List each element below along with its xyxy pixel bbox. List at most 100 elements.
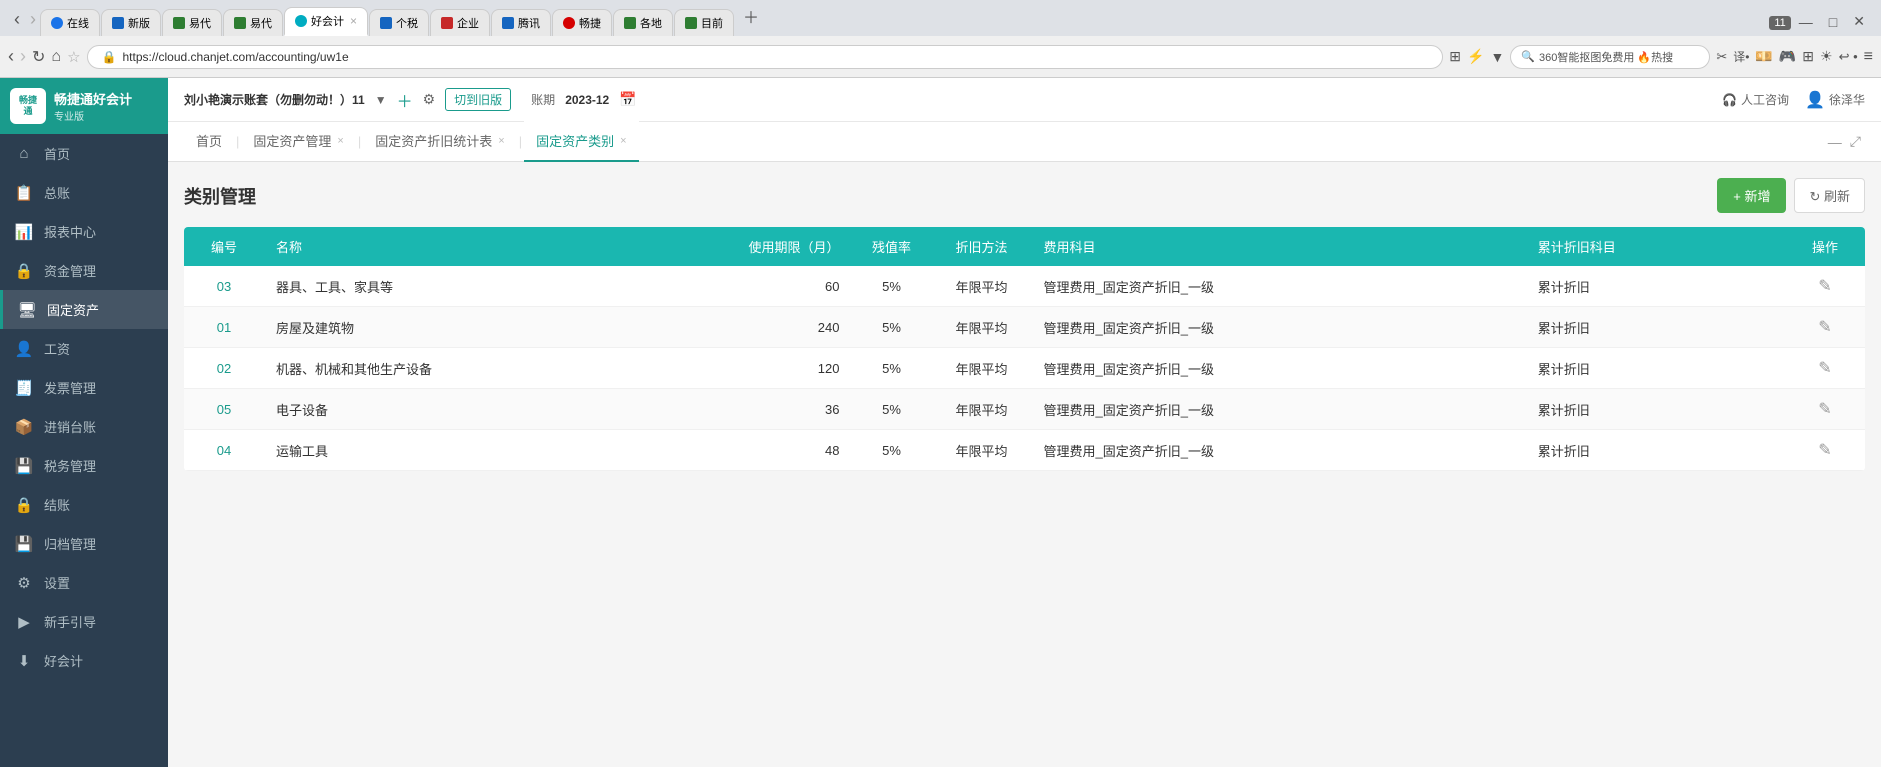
table-cell: 管理费用_固定资产折旧_一级 — [1032, 389, 1526, 430]
close-btn[interactable]: ✕ — [1845, 11, 1873, 32]
tab-fixed-mgmt-close[interactable]: × — [337, 135, 343, 147]
search-box[interactable]: 🔍 360智能抠图免费用 🔥热搜 — [1510, 45, 1710, 69]
sidebar-item-tax[interactable]: 💾 税务管理 — [0, 446, 168, 485]
closing-icon: 🔒 — [14, 496, 34, 514]
app-layout: 畅捷通 畅捷通好会计 专业版 ⌂ 首页 📋 总账 📊 报表中心 — [0, 78, 1881, 767]
refresh-btn[interactable]: ↻ 刷新 — [1794, 178, 1865, 213]
extensions-btn[interactable]: ⚡ — [1467, 48, 1484, 65]
address-input-container[interactable]: 🔒 https://cloud.chanjet.com/accounting/u… — [87, 45, 1444, 69]
dropdown-arrow[interactable]: ▼ — [375, 93, 387, 107]
browser-tab-3[interactable]: 易代 — [162, 9, 222, 36]
browser-tab-7[interactable]: 企业 — [430, 9, 490, 36]
content-area: 类别管理 + 新增 ↻ 刷新 编号 名称 使用期限（月） 残值率 折旧方法 费用… — [168, 162, 1881, 767]
site-settings-btn[interactable]: ⊞ — [1449, 48, 1461, 65]
service-btn[interactable]: 🎧 人工咨询 — [1722, 91, 1789, 108]
search-text: 360智能抠图免费用 🔥热搜 — [1539, 49, 1673, 65]
table-cell: 管理费用_固定资产折旧_一级 — [1032, 266, 1526, 307]
calendar-icon[interactable]: 📅 — [619, 91, 636, 108]
table-cell[interactable]: 01 — [184, 307, 264, 348]
sidebar-item-ledger[interactable]: 📋 总账 — [0, 173, 168, 212]
dropdown-btn[interactable]: ▼ — [1490, 49, 1504, 65]
browser-tab-8[interactable]: 腾讯 — [491, 9, 551, 36]
table-cell[interactable]: 05 — [184, 389, 264, 430]
browser-tab-2[interactable]: 新版 — [101, 9, 161, 36]
browser-tab-9[interactable]: 畅捷 — [552, 9, 612, 36]
sidebar-item-archive[interactable]: 💾 归档管理 — [0, 524, 168, 563]
logo-icon: 畅捷通 — [10, 88, 46, 124]
sidebar-item-salary[interactable]: 👤 工资 — [0, 329, 168, 368]
action-cell[interactable]: ✎ — [1785, 348, 1865, 389]
table-cell[interactable]: 04 — [184, 430, 264, 471]
browser-tab-1[interactable]: 在线 — [40, 9, 100, 36]
sidebar-item-closing[interactable]: 🔒 结账 — [0, 485, 168, 524]
action-cell[interactable]: ✎ — [1785, 307, 1865, 348]
sun-btn[interactable]: ☀ — [1820, 48, 1833, 65]
browser-tab-5-active[interactable]: 好会计 × — [284, 7, 368, 36]
home-icon: ⌂ — [14, 145, 34, 162]
browser-tab-10[interactable]: 各地 — [613, 9, 673, 36]
sidebar-item-guide[interactable]: ▶ 新手引导 — [0, 602, 168, 641]
translate-btn[interactable]: 译• — [1733, 48, 1749, 65]
tax-icon: 💾 — [14, 457, 34, 475]
browser-tab-6[interactable]: 个税 — [369, 9, 429, 36]
tab-label: 新版 — [128, 15, 150, 31]
reload-btn[interactable]: ↻ — [32, 47, 45, 67]
action-cell[interactable]: ✎ — [1785, 430, 1865, 471]
nav-back[interactable]: ‹ — [8, 9, 26, 36]
back-btn[interactable]: ‹ — [8, 46, 14, 67]
user-avatar[interactable]: 👤 徐泽华 — [1805, 90, 1865, 110]
sidebar-item-label: 报表中心 — [44, 222, 96, 241]
maximize-btn[interactable]: □ — [1821, 12, 1845, 32]
action-cell[interactable]: ✎ — [1785, 266, 1865, 307]
sidebar-item-reports[interactable]: 📊 报表中心 — [0, 212, 168, 251]
action-buttons: + 新增 ↻ 刷新 — [1717, 178, 1865, 213]
sidebar-item-invoice[interactable]: 🧾 发票管理 — [0, 368, 168, 407]
table-row: 03器具、工具、家具等605%年限平均管理费用_固定资产折旧_一级累计折旧✎ — [184, 266, 1865, 307]
game-btn[interactable]: 🎮 — [1779, 48, 1796, 65]
new-tab-btn[interactable]: ＋ — [735, 0, 767, 32]
tab-depreciation-close[interactable]: × — [498, 135, 504, 147]
add-btn[interactable]: + 新增 — [1717, 178, 1786, 213]
tab-home[interactable]: 首页 — [184, 121, 234, 162]
table-cell: 累计折旧 — [1526, 430, 1785, 471]
nav-forward[interactable]: › — [26, 9, 40, 36]
bookmark-btn[interactable]: ☆ — [67, 48, 80, 66]
service-label: 人工咨询 — [1741, 91, 1789, 108]
tab-fixed-category-close[interactable]: × — [620, 135, 626, 147]
tab-nav-minimize[interactable]: — — [1824, 130, 1846, 154]
reports-icon: 📊 — [14, 223, 34, 241]
sidebar-item-more[interactable]: ⬇ 好会计 — [0, 641, 168, 680]
table-cell: 5% — [852, 348, 932, 389]
forward-btn[interactable]: › — [20, 46, 26, 67]
sidebar-item-purchase[interactable]: 📦 进销台账 — [0, 407, 168, 446]
browser-tab-4[interactable]: 易代 — [223, 9, 283, 36]
tab-fixed-mgmt-label: 固定资产管理 — [253, 131, 331, 150]
menu-btn[interactable]: ≡ — [1864, 48, 1873, 66]
tab-fixed-category[interactable]: 固定资产类别 × — [524, 121, 638, 162]
new-account-btn[interactable]: ＋ — [397, 88, 413, 112]
browser-tab-11[interactable]: 目前 — [674, 9, 734, 36]
sidebar-item-home[interactable]: ⌂ 首页 — [0, 134, 168, 173]
grid-btn[interactable]: ⊞ — [1802, 48, 1814, 65]
minimize-btn[interactable]: — — [1791, 12, 1821, 32]
undo-btn[interactable]: ↩ • — [1839, 49, 1858, 65]
tab-nav-expand[interactable]: ⤢ — [1846, 129, 1865, 154]
sidebar-item-funds[interactable]: 🔒 资金管理 — [0, 251, 168, 290]
table-cell[interactable]: 02 — [184, 348, 264, 389]
switch-version-btn[interactable]: 切到旧版 — [445, 88, 511, 111]
home-btn[interactable]: ⌂ — [51, 48, 61, 66]
table-row: 05电子设备365%年限平均管理费用_固定资产折旧_一级累计折旧✎ — [184, 389, 1865, 430]
table-cell: 器具、工具、家具等 — [264, 266, 722, 307]
cut-btn[interactable]: ✂ — [1716, 49, 1727, 65]
table-cell[interactable]: 03 — [184, 266, 264, 307]
tab-fixed-mgmt[interactable]: 固定资产管理 × — [241, 121, 355, 162]
sidebar-item-settings[interactable]: ⚙ 设置 — [0, 563, 168, 602]
tab-depreciation-table[interactable]: 固定资产折旧统计表 × — [363, 121, 516, 162]
currency-btn[interactable]: 💴 — [1755, 48, 1772, 65]
sidebar-item-label: 归档管理 — [44, 534, 96, 553]
sidebar-item-fixed-assets[interactable]: 🖥 固定资产 — [0, 290, 168, 329]
guide-icon: ▶ — [14, 613, 34, 631]
action-cell[interactable]: ✎ — [1785, 389, 1865, 430]
settings-gear-icon[interactable]: ⚙ — [423, 91, 436, 108]
user-name-label: 徐泽华 — [1829, 91, 1865, 108]
